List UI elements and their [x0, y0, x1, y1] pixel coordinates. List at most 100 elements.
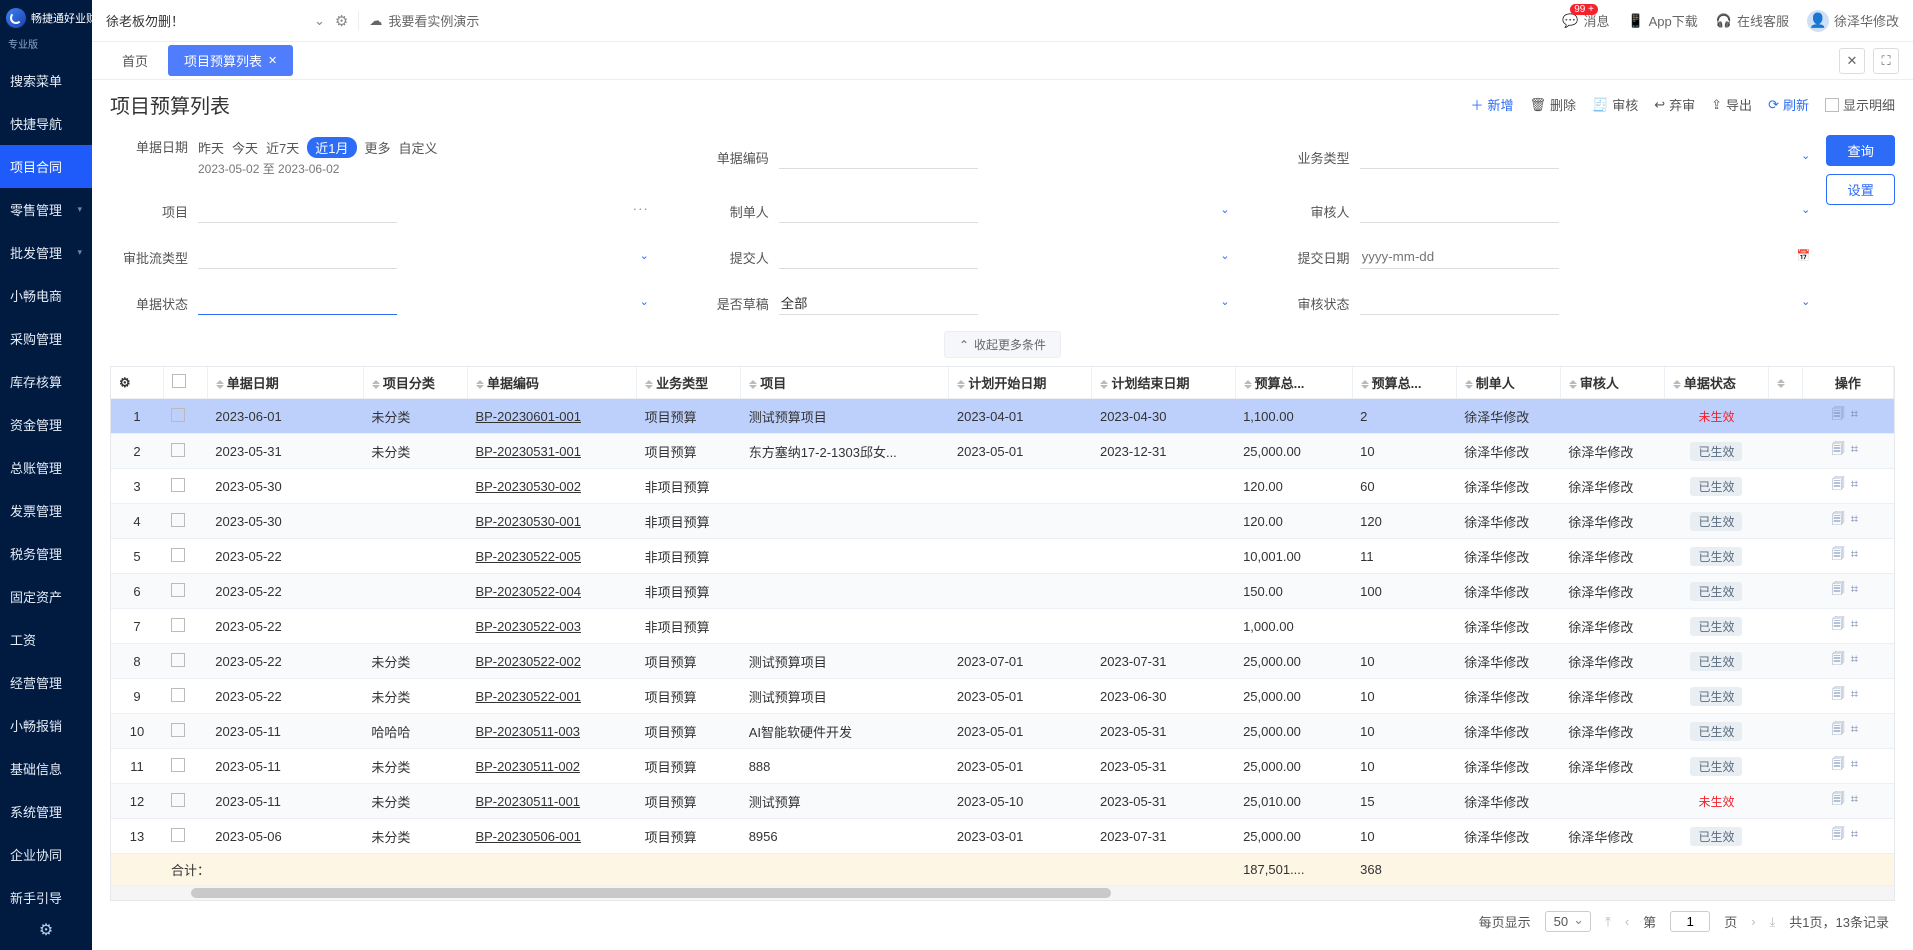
view-icon[interactable]: 🗐 [1832, 511, 1845, 526]
sidebar-item-10[interactable]: 发票管理 [0, 489, 92, 532]
view-icon[interactable]: 🗐 [1832, 826, 1845, 841]
view-icon[interactable]: 🗐 [1832, 406, 1845, 421]
bill-code-link[interactable]: BP-20230522-003 [475, 619, 581, 634]
chevron-down-icon[interactable]: ⌄ [1801, 149, 1810, 162]
chevron-down-icon[interactable]: ⌄ [1801, 203, 1810, 216]
tab-close-button[interactable]: ✕ [1839, 48, 1865, 74]
view-icon[interactable]: 🗐 [1832, 616, 1845, 631]
online-service-link[interactable]: 🎧 在线客服 [1716, 11, 1789, 30]
table-row[interactable]: 7 2023-05-22 BP-20230522-003 非项目预算 1,000… [111, 609, 1894, 644]
bill-code-link[interactable]: BP-20230522-004 [475, 584, 581, 599]
sidebar-item-2[interactable]: 项目合同 [0, 145, 92, 188]
sidebar-item-9[interactable]: 总账管理 [0, 446, 92, 489]
menu-icon[interactable]: ⌗ [1851, 721, 1858, 736]
table-row[interactable]: 9 2023-05-22 未分类 BP-20230522-001 项目预算 测试… [111, 679, 1894, 714]
table-row[interactable]: 11 2023-05-11 未分类 BP-20230511-002 项目预算 8… [111, 749, 1894, 784]
bill-code-link[interactable]: BP-20230511-001 [475, 794, 580, 809]
col-code[interactable]: 单据编码 [467, 367, 636, 399]
next-page-button[interactable]: › [1751, 914, 1755, 929]
abandon-button[interactable]: ↩弃审 [1654, 95, 1695, 114]
bill-code-link[interactable]: BP-20230511-002 [475, 759, 580, 774]
draft-select[interactable] [779, 291, 978, 315]
date-shortcut-1[interactable]: 今天 [232, 138, 258, 157]
sidebar-item-5[interactable]: 小畅电商 [0, 274, 92, 317]
table-row[interactable]: 2 2023-05-31 未分类 BP-20230531-001 项目预算 东方… [111, 434, 1894, 469]
project-input[interactable] [198, 199, 397, 223]
view-icon[interactable]: 🗐 [1832, 441, 1845, 456]
collapse-filters-button[interactable]: ⌃收起更多条件 [944, 331, 1061, 358]
sidebar-item-19[interactable]: 新手引导 [0, 876, 92, 910]
bill-code-link[interactable]: BP-20230511-003 [475, 724, 580, 739]
chevron-down-icon[interactable]: ⌄ [1220, 203, 1229, 216]
view-icon[interactable]: 🗐 [1832, 546, 1845, 561]
col-bill-date[interactable]: 单据日期 [207, 367, 363, 399]
page-input[interactable] [1670, 911, 1710, 932]
view-icon[interactable]: 🗐 [1832, 721, 1845, 736]
table-row[interactable]: 8 2023-05-22 未分类 BP-20230522-002 项目预算 测试… [111, 644, 1894, 679]
bill-code-input[interactable] [779, 145, 978, 169]
row-checkbox[interactable] [171, 513, 185, 527]
export-button[interactable]: ⇪导出 [1711, 95, 1752, 114]
row-checkbox[interactable] [171, 548, 185, 562]
table-row[interactable]: 1 2023-06-01 未分类 BP-20230601-001 项目预算 测试… [111, 399, 1894, 434]
sidebar-item-8[interactable]: 资金管理 [0, 403, 92, 446]
bill-code-link[interactable]: BP-20230506-001 [475, 829, 581, 844]
app-download-link[interactable]: 📱 App下载 [1627, 11, 1697, 30]
maker-select[interactable] [779, 199, 978, 223]
col-plan-start[interactable]: 计划开始日期 [949, 367, 1092, 399]
wf-type-select[interactable] [198, 245, 397, 269]
bill-status-select[interactable] [198, 291, 397, 315]
sidebar-item-3[interactable]: 零售管理▾ [0, 188, 92, 231]
col-extra[interactable] [1768, 367, 1802, 399]
date-shortcut-3[interactable]: 近1月 [307, 137, 356, 158]
col-plan-end[interactable]: 计划结束日期 [1092, 367, 1235, 399]
view-icon[interactable]: 🗐 [1832, 651, 1845, 666]
col-biz-type[interactable]: 业务类型 [637, 367, 741, 399]
sidebar-item-17[interactable]: 系统管理 [0, 790, 92, 833]
menu-icon[interactable]: ⌗ [1851, 826, 1858, 841]
messages-link[interactable]: 💬 消息 [1562, 11, 1609, 30]
menu-icon[interactable]: ⌗ [1851, 441, 1858, 456]
close-icon[interactable]: ✕ [268, 54, 277, 67]
table-row[interactable]: 13 2023-05-06 未分类 BP-20230506-001 项目预算 8… [111, 819, 1894, 854]
new-button[interactable]: ＋新增 [1470, 95, 1513, 114]
row-checkbox[interactable] [171, 653, 185, 667]
col-budget-2[interactable]: 预算总... [1352, 367, 1456, 399]
view-icon[interactable]: 🗐 [1832, 581, 1845, 596]
menu-icon[interactable]: ⌗ [1851, 616, 1858, 631]
column-settings-header[interactable]: ⚙ [111, 367, 163, 399]
row-checkbox[interactable] [171, 828, 185, 842]
more-icon[interactable]: ··· [633, 201, 649, 216]
sidebar-item-14[interactable]: 经营管理 [0, 661, 92, 704]
sidebar-item-13[interactable]: 工资 [0, 618, 92, 661]
date-shortcut-0[interactable]: 昨天 [198, 138, 224, 157]
gear-icon[interactable]: ⚙ [335, 12, 348, 30]
table-row[interactable]: 6 2023-05-22 BP-20230522-004 非项目预算 150.0… [111, 574, 1894, 609]
menu-icon[interactable]: ⌗ [1851, 791, 1858, 806]
audit-button[interactable]: 🧾审核 [1592, 95, 1638, 114]
bill-code-link[interactable]: BP-20230601-001 [475, 409, 581, 424]
settings-button[interactable]: 设置 [1826, 174, 1895, 205]
row-checkbox[interactable] [171, 793, 185, 807]
bill-code-link[interactable]: BP-20230530-001 [475, 514, 581, 529]
col-project[interactable]: 项目 [741, 367, 949, 399]
date-shortcut-4[interactable]: 更多 [365, 138, 391, 157]
delete-button[interactable]: 🗑删除 [1529, 95, 1576, 114]
sidebar-item-6[interactable]: 采购管理 [0, 317, 92, 360]
user-menu[interactable]: 👤 徐泽华修改 [1807, 10, 1899, 32]
table-row[interactable]: 4 2023-05-30 BP-20230530-001 非项目预算 120.0… [111, 504, 1894, 539]
view-icon[interactable]: 🗐 [1832, 756, 1845, 771]
row-checkbox[interactable] [171, 688, 185, 702]
chevron-down-icon[interactable]: ⌄ [640, 249, 649, 262]
sidebar-item-4[interactable]: 批发管理▾ [0, 231, 92, 274]
sidebar-item-18[interactable]: 企业协同 [0, 833, 92, 876]
row-checkbox[interactable] [171, 723, 185, 737]
tab-1[interactable]: 项目预算列表✕ [168, 45, 293, 76]
tab-0[interactable]: 首页 [106, 45, 164, 76]
col-budget-1[interactable]: 预算总... [1235, 367, 1352, 399]
menu-icon[interactable]: ⌗ [1851, 581, 1858, 596]
table-row[interactable]: 5 2023-05-22 BP-20230522-005 非项目预算 10,00… [111, 539, 1894, 574]
table-row[interactable]: 3 2023-05-30 BP-20230530-002 非项目预算 120.0… [111, 469, 1894, 504]
biz-type-select[interactable] [1360, 145, 1559, 169]
audit-status-select[interactable] [1360, 291, 1559, 315]
